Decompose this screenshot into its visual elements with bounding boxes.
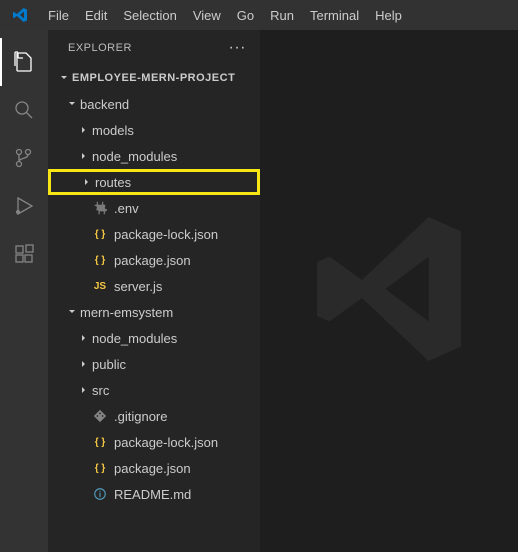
vscode-logo-icon — [12, 7, 28, 23]
tree-item-node-modules[interactable]: node_modules — [48, 143, 260, 169]
chevron-right-icon — [79, 174, 95, 190]
tree-item-label: .gitignore — [114, 409, 167, 424]
tree-item-package-lock-json[interactable]: { } package-lock.json — [48, 221, 260, 247]
tree-item-label: server.js — [114, 279, 162, 294]
tree-item-label: public — [92, 357, 126, 372]
menu-edit[interactable]: Edit — [77, 0, 115, 30]
explorer-sidebar: Explorer ··· EMPLOYEE-MERN-PROJECT backe… — [48, 30, 260, 552]
tree-item-node-modules[interactable]: node_modules — [48, 325, 260, 351]
chevron-down-icon — [56, 70, 72, 86]
tree-item--gitignore[interactable]: .gitignore — [48, 403, 260, 429]
info-icon — [92, 486, 108, 502]
menu-run[interactable]: Run — [262, 0, 302, 30]
tree-item-label: node_modules — [92, 331, 177, 346]
main-area: Explorer ··· EMPLOYEE-MERN-PROJECT backe… — [0, 30, 518, 552]
extensions-activity-icon[interactable] — [0, 230, 48, 278]
tree-item-models[interactable]: models — [48, 117, 260, 143]
menu-view[interactable]: View — [185, 0, 229, 30]
run-debug-activity-icon[interactable] — [0, 182, 48, 230]
source-control-activity-icon[interactable] — [0, 134, 48, 182]
tree-item-label: README.md — [114, 487, 191, 502]
tree-item-package-json[interactable]: { } package.json — [48, 455, 260, 481]
chevron-right-icon — [76, 122, 92, 138]
tree-item-mern-emsystem[interactable]: mern-emsystem — [48, 299, 260, 325]
tree-item-label: routes — [95, 175, 131, 190]
titlebar: FileEditSelectionViewGoRunTerminalHelp — [0, 0, 518, 30]
json-icon: { } — [92, 226, 108, 242]
sidebar-title: Explorer — [68, 42, 132, 54]
tree-item-readme-md[interactable]: README.md — [48, 481, 260, 507]
menu-terminal[interactable]: Terminal — [302, 0, 367, 30]
chevron-right-icon — [76, 356, 92, 372]
tree-item-label: models — [92, 123, 134, 138]
git-icon — [92, 408, 108, 424]
file-tree: EMPLOYEE-MERN-PROJECT backend models node_… — [48, 65, 260, 507]
tree-item-package-json[interactable]: { } package.json — [48, 247, 260, 273]
sidebar-header: Explorer ··· — [48, 30, 260, 65]
tree-item-package-lock-json[interactable]: { } package-lock.json — [48, 429, 260, 455]
tree-root[interactable]: EMPLOYEE-MERN-PROJECT — [48, 65, 260, 91]
js-icon: JS — [92, 278, 108, 294]
tree-item-label: src — [92, 383, 109, 398]
json-icon: { } — [92, 460, 108, 476]
menu-go[interactable]: Go — [229, 0, 262, 30]
tree-item-label: package-lock.json — [114, 435, 218, 450]
json-icon: { } — [92, 252, 108, 268]
editor-area — [260, 30, 518, 552]
tree-item-src[interactable]: src — [48, 377, 260, 403]
root-label: EMPLOYEE-MERN-PROJECT — [72, 72, 235, 84]
tree-item-label: package.json — [114, 253, 191, 268]
menu-file[interactable]: File — [40, 0, 77, 30]
tree-item-server-js[interactable]: JS server.js — [48, 273, 260, 299]
chevron-down-icon — [64, 96, 80, 112]
menu-selection[interactable]: Selection — [115, 0, 184, 30]
chevron-right-icon — [76, 382, 92, 398]
tree-item-public[interactable]: public — [48, 351, 260, 377]
more-actions-icon[interactable]: ··· — [229, 39, 246, 57]
tree-item-routes[interactable]: routes — [48, 169, 260, 195]
tree-item-label: .env — [114, 201, 139, 216]
tree-item-label: package.json — [114, 461, 191, 476]
search-activity-icon[interactable] — [0, 86, 48, 134]
activity-bar — [0, 30, 48, 552]
chevron-right-icon — [76, 148, 92, 164]
json-icon: { } — [92, 434, 108, 450]
menubar: FileEditSelectionViewGoRunTerminalHelp — [40, 0, 410, 30]
vscode-watermark-icon — [299, 199, 479, 384]
tree-item-label: backend — [80, 97, 129, 112]
tree-item-backend[interactable]: backend — [48, 91, 260, 117]
explorer-activity-icon[interactable] — [0, 38, 48, 86]
gear-icon — [92, 200, 108, 216]
tree-item--env[interactable]: .env — [48, 195, 260, 221]
tree-item-label: node_modules — [92, 149, 177, 164]
tree-item-label: mern-emsystem — [80, 305, 173, 320]
chevron-right-icon — [76, 330, 92, 346]
chevron-down-icon — [64, 304, 80, 320]
menu-help[interactable]: Help — [367, 0, 410, 30]
tree-item-label: package-lock.json — [114, 227, 218, 242]
